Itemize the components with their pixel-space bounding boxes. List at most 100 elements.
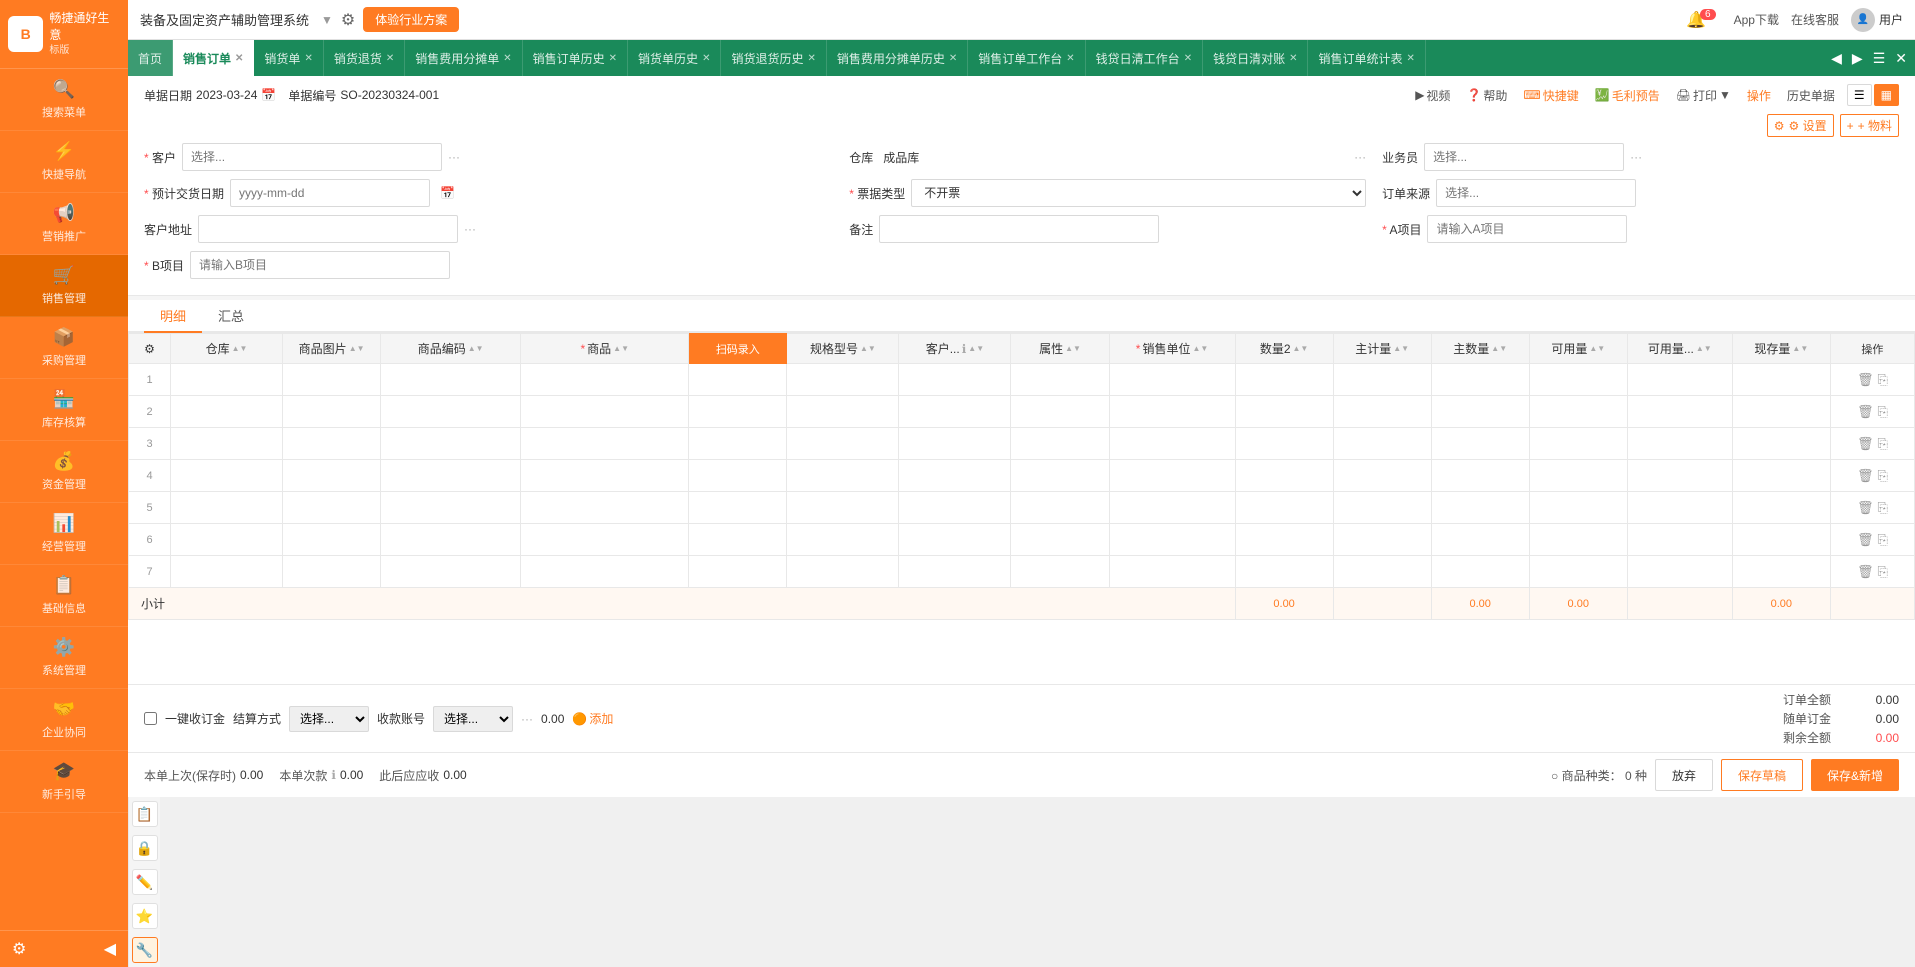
sidebar-item-sales[interactable]: 🛒 销售管理 — [0, 255, 128, 317]
salesperson-dots-icon[interactable]: ··· — [1630, 150, 1642, 164]
topbar-settings-icon[interactable]: ⚙ — [341, 10, 355, 30]
tab-cash-daily-close[interactable]: ✕ — [1184, 53, 1192, 64]
row-custcode-1[interactable] — [899, 364, 1011, 396]
sidebar-item-quicknav[interactable]: ⚡ 快捷导航 — [0, 131, 128, 193]
sidebar-item-marketing[interactable]: 📢 营销推广 — [0, 193, 128, 255]
tab-fee-split-close[interactable]: ✕ — [503, 53, 511, 64]
salesperson-input[interactable] — [1424, 143, 1624, 171]
right-panel-icon-1[interactable]: 📋 — [132, 801, 158, 827]
quick-order-checkbox[interactable] — [144, 712, 157, 725]
row-delete-4[interactable]: 🗑 — [1857, 468, 1874, 484]
qty2-sort-icon[interactable]: ▲▼ — [1293, 345, 1309, 353]
row-delete-2[interactable]: 🗑 — [1857, 404, 1874, 420]
view-video-btn[interactable]: ▶ 视频 — [1411, 85, 1454, 106]
b-project-input[interactable] — [190, 251, 450, 279]
online-support-link[interactable]: 在线客服 — [1791, 11, 1839, 28]
tab-sales-refund-close[interactable]: ✕ — [386, 53, 394, 64]
note-input[interactable] — [879, 215, 1159, 243]
order-source-input[interactable] — [1436, 179, 1636, 207]
row-delete-7[interactable]: 🗑 — [1857, 564, 1874, 580]
detail-tab-detail[interactable]: 明细 — [144, 300, 202, 333]
row-copy-3[interactable]: ⎘ — [1877, 436, 1887, 452]
row-copy-7[interactable]: ⎘ — [1877, 564, 1887, 580]
tab-order-history-close[interactable]: ✕ — [609, 53, 617, 64]
col-settings[interactable]: ⚙ — [129, 334, 171, 364]
tab-order-workbench[interactable]: 销售订单工作台 ✕ — [968, 40, 1085, 76]
main-qty-sort-icon[interactable]: ▲▼ — [1491, 345, 1507, 353]
tab-sales-stats-close[interactable]: ✕ — [1407, 53, 1415, 64]
tab-sales-order-close[interactable]: ✕ — [235, 53, 243, 64]
row-copy-5[interactable]: ⎘ — [1877, 500, 1887, 516]
row-spec-1[interactable] — [787, 364, 899, 396]
row-copy-6[interactable]: ⎘ — [1877, 532, 1887, 548]
tab-prev-icon[interactable]: ◀ — [1827, 48, 1846, 69]
save-new-btn[interactable]: 保存&新增 — [1811, 759, 1899, 791]
tab-fee-history-close[interactable]: ✕ — [949, 53, 957, 64]
sidebar-item-basic[interactable]: 📋 基础信息 — [0, 565, 128, 627]
tab-refund-history-close[interactable]: ✕ — [807, 53, 815, 64]
print-btn[interactable]: 🖨 打印 ▼ — [1672, 85, 1735, 106]
profit-forecast-btn[interactable]: 💹 毛利预告 — [1591, 85, 1664, 106]
address-input[interactable] — [198, 215, 458, 243]
row-delete-3[interactable]: 🗑 — [1857, 436, 1874, 452]
calendar-icon[interactable]: 📅 — [261, 88, 276, 102]
tab-fee-split[interactable]: 销售费用分摊单 ✕ — [405, 40, 522, 76]
industry-btn[interactable]: 体验行业方案 — [363, 7, 459, 32]
detail-tab-summary[interactable]: 汇总 — [202, 300, 260, 333]
sidebar-item-system[interactable]: ⚙️ 系统管理 — [0, 627, 128, 689]
right-panel-icon-3[interactable]: ✏️ — [132, 869, 158, 895]
sidebar-settings-icon[interactable]: ⚙ — [12, 939, 26, 959]
customer-dots-icon[interactable]: ··· — [448, 150, 460, 164]
tab-sales-order[interactable]: 销售订单 ✕ — [173, 40, 254, 76]
tab-return-history[interactable]: 销货单历史 ✕ — [628, 40, 721, 76]
delivery-date-input[interactable] — [230, 179, 430, 207]
help-btn[interactable]: ❓ 帮助 — [1462, 85, 1511, 106]
sidebar-item-guide[interactable]: 🎓 新手引导 — [0, 751, 128, 813]
sidebar-item-operations[interactable]: 📊 经营管理 — [0, 503, 128, 565]
customer-code-sort-icon[interactable]: ▲▼ — [968, 345, 984, 353]
notification-icon[interactable]: 🔔6 — [1686, 10, 1721, 30]
name-sort-icon[interactable]: ▲▼ — [613, 345, 629, 353]
sidebar-collapse-icon[interactable]: ◀ — [104, 939, 116, 959]
tab-sales-stats[interactable]: 销售订单统计表 ✕ — [1308, 40, 1425, 76]
shortcut-btn[interactable]: ⌨ 快捷键 — [1519, 85, 1582, 106]
receipt-account-select[interactable]: 选择... — [433, 706, 513, 732]
row-code-1[interactable] — [381, 364, 521, 396]
user-menu[interactable]: 👤 用户 — [1851, 8, 1903, 32]
customer-input[interactable] — [182, 143, 442, 171]
tab-sales-return[interactable]: 销货单 ✕ — [254, 40, 323, 76]
grid-view-btn[interactable]: ▦ — [1874, 84, 1899, 106]
app-download-link[interactable]: App下载 — [1734, 11, 1779, 28]
tab-refund-history[interactable]: 销货退货历史 ✕ — [721, 40, 826, 76]
settings-btn[interactable]: ⚙ ⚙ 设置 — [1767, 114, 1834, 137]
tab-sales-return-close[interactable]: ✕ — [304, 53, 312, 64]
image-sort-icon[interactable]: ▲▼ — [349, 345, 365, 353]
row-copy-2[interactable]: ⎘ — [1877, 404, 1887, 420]
address-dots-icon[interactable]: ··· — [464, 222, 476, 236]
main-unit-sort-icon[interactable]: ▲▼ — [1393, 345, 1409, 353]
sidebar-item-purchase[interactable]: 📦 采购管理 — [0, 317, 128, 379]
row-mainqty-1[interactable] — [1431, 364, 1529, 396]
discard-btn[interactable]: 放弃 — [1655, 759, 1713, 791]
history-btn[interactable]: 历史单据 — [1783, 85, 1839, 106]
warehouse-sort-icon[interactable]: ▲▼ — [232, 345, 248, 353]
tab-menu-icon[interactable]: ☰ — [1869, 48, 1890, 69]
tab-home[interactable]: 首页 — [128, 40, 173, 76]
code-sort-icon[interactable]: ▲▼ — [468, 345, 484, 353]
tab-close-all-icon[interactable]: ✕ — [1891, 48, 1911, 69]
delivery-calendar-icon[interactable]: 📅 — [440, 186, 455, 200]
tab-next-icon[interactable]: ▶ — [1848, 48, 1867, 69]
attr-sort-icon[interactable]: ▲▼ — [1065, 345, 1081, 353]
tab-order-history[interactable]: 销售订单历史 ✕ — [523, 40, 628, 76]
row-qty2-1[interactable] — [1235, 364, 1333, 396]
payment-method-select[interactable]: 选择... — [289, 706, 369, 732]
tab-sales-refund[interactable]: 销货退货 ✕ — [324, 40, 405, 76]
row-copy-1[interactable]: ⎘ — [1877, 372, 1887, 388]
avail-sort-icon[interactable]: ▲▼ — [1589, 345, 1605, 353]
row-delete-1[interactable]: 🗑 — [1857, 372, 1874, 388]
row-warehouse-1[interactable] — [171, 364, 283, 396]
list-view-btn[interactable]: ☰ — [1847, 84, 1872, 106]
receipt-dots-icon[interactable]: ··· — [521, 712, 533, 726]
tab-cash-daily[interactable]: 钱贷日清工作台 ✕ — [1086, 40, 1203, 76]
row-delete-6[interactable]: 🗑 — [1857, 532, 1874, 548]
